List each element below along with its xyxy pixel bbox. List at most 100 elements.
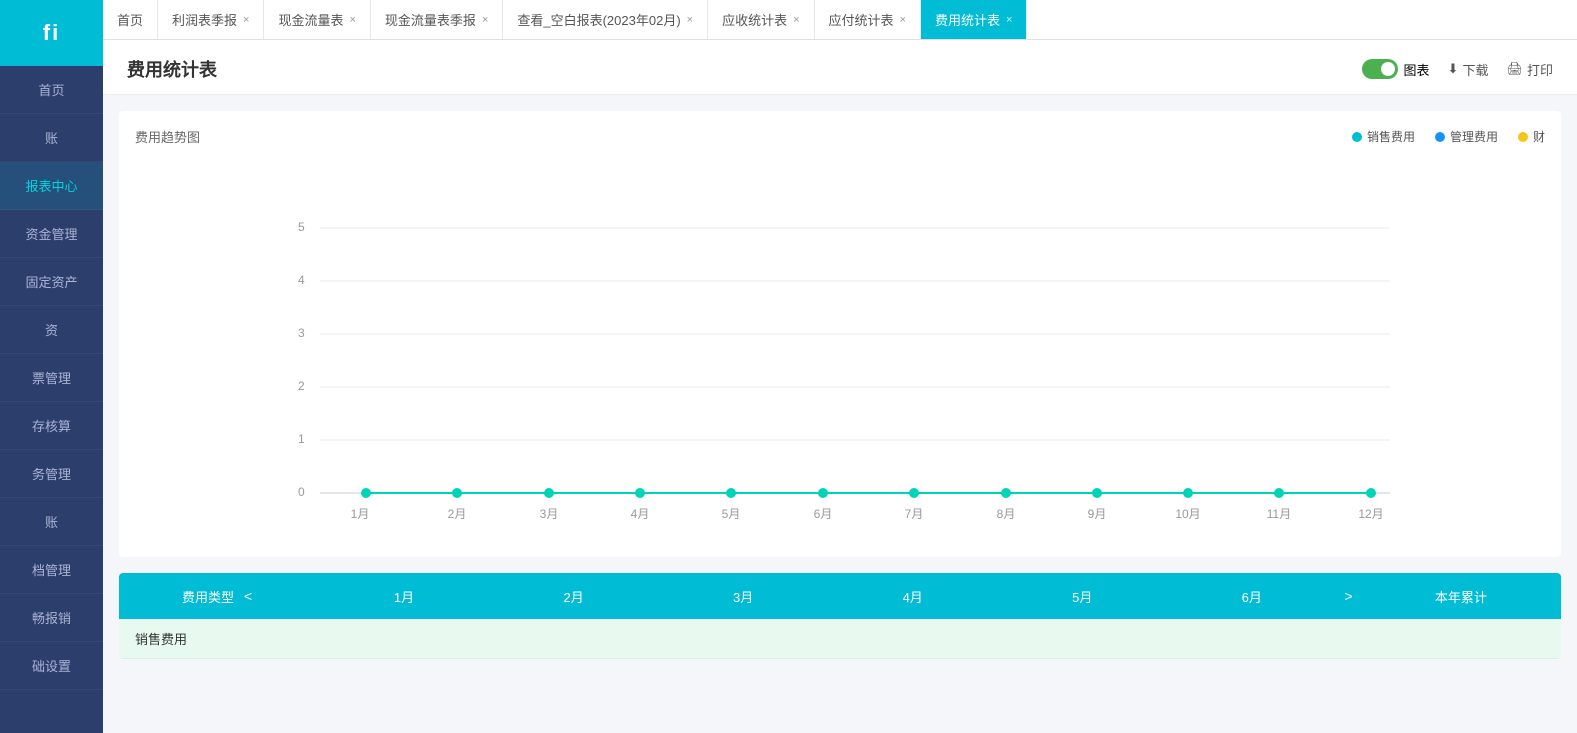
sidebar-item-funds[interactable]: 资金管理 xyxy=(0,210,103,258)
download-button[interactable]: ⬇ 下载 xyxy=(1448,60,1489,79)
tab-label: 应付统计表 xyxy=(829,10,894,29)
svg-text:11月: 11月 xyxy=(1267,507,1291,521)
svg-text:9月: 9月 xyxy=(1088,507,1107,521)
legend-label-sales: 销售费用 xyxy=(1367,128,1415,145)
sidebar-item-inventory[interactable]: 存核算 xyxy=(0,402,103,450)
tab-receivable[interactable]: 应收统计表 × xyxy=(708,0,814,40)
content-area: 费用统计表 图表 ⬇ 下载 🖨 打印 费用趋势图 xyxy=(103,40,1577,733)
svg-text:2: 2 xyxy=(298,379,305,393)
td-type: 销售费用 xyxy=(119,629,330,648)
table-section: 费用类型 < 1月 2月 3月 4月 5月 6月 > 本年累计 销售费用 xyxy=(119,573,1561,659)
print-button[interactable]: 🖨 打印 xyxy=(1506,60,1553,79)
svg-text:12月: 12月 xyxy=(1358,507,1383,521)
th-type: 费用类型 < xyxy=(119,587,319,606)
sidebar-item-archive[interactable]: 档管理 xyxy=(0,546,103,594)
chart-dot xyxy=(1274,488,1284,498)
table-header: 费用类型 < 1月 2月 3月 4月 5月 6月 > 本年累计 xyxy=(119,573,1561,619)
sidebar-item-service[interactable]: 务管理 xyxy=(0,450,103,498)
svg-text:3: 3 xyxy=(298,326,305,340)
tab-bar: 首页 利润表季报 × 现金流量表 × 现金流量表季报 × 查看_空白报表(202… xyxy=(103,0,1577,40)
tab-payable[interactable]: 应付统计表 × xyxy=(815,0,921,40)
print-label: 打印 xyxy=(1527,60,1553,79)
th-type-label: 费用类型 xyxy=(182,587,234,606)
tab-close-icon[interactable]: × xyxy=(1006,14,1012,26)
table-row: 销售费用 xyxy=(119,619,1561,659)
tab-label: 费用统计表 xyxy=(935,10,1000,29)
tab-cashflow[interactable]: 现金流量表 × xyxy=(264,0,370,40)
sidebar-logo: fi xyxy=(0,0,103,66)
tab-close-icon[interactable]: × xyxy=(243,14,249,26)
legend-sales: 销售费用 xyxy=(1352,128,1415,145)
print-icon: 🖨 xyxy=(1506,61,1523,77)
th-total: 本年累计 xyxy=(1361,587,1561,606)
th-m5: 5月 xyxy=(997,587,1167,606)
sidebar-item-reports[interactable]: 报表中心 xyxy=(0,162,103,210)
tab-label: 应收统计表 xyxy=(722,10,787,29)
sidebar: fi 首页 账 报表中心 资金管理 固定资产 资 票管理 存核算 务管理 账 档… xyxy=(0,0,103,733)
chart-section: 费用趋势图 销售费用 管理费用 财 xyxy=(119,111,1561,557)
tab-expense-stats[interactable]: 费用统计表 × xyxy=(921,0,1027,40)
tab-cashflow-quarterly[interactable]: 现金流量表季报 × xyxy=(371,0,503,40)
chart-header: 费用趋势图 销售费用 管理费用 财 xyxy=(135,127,1545,146)
chart-svg: 0 1 2 3 4 5 xyxy=(135,158,1545,538)
chart-toggle-wrap: 图表 xyxy=(1362,59,1430,79)
th-m4: 4月 xyxy=(828,587,998,606)
svg-text:2月: 2月 xyxy=(448,507,467,521)
main-area: 首页 利润表季报 × 现金流量表 × 现金流量表季报 × 查看_空白报表(202… xyxy=(103,0,1577,733)
svg-text:6月: 6月 xyxy=(814,507,833,521)
svg-text:5月: 5月 xyxy=(722,507,741,521)
chart-dot xyxy=(635,488,645,498)
sidebar-item-ledger[interactable]: 账 xyxy=(0,498,103,546)
th-m1: 1月 xyxy=(319,587,489,606)
svg-text:1月: 1月 xyxy=(351,507,370,521)
tab-blank-report[interactable]: 查看_空白报表(2023年02月) × xyxy=(503,0,708,40)
chart-dot xyxy=(1366,488,1376,498)
chart-legend: 销售费用 管理费用 财 xyxy=(1352,128,1545,145)
sidebar-item-account[interactable]: 账 xyxy=(0,114,103,162)
tab-label: 利润表季报 xyxy=(172,10,237,29)
legend-label-finance: 财 xyxy=(1533,128,1545,145)
svg-text:3月: 3月 xyxy=(540,507,559,521)
tab-home-label: 首页 xyxy=(117,10,143,29)
legend-admin: 管理费用 xyxy=(1435,128,1498,145)
tab-close-icon[interactable]: × xyxy=(900,14,906,26)
chart-dot xyxy=(1183,488,1193,498)
chart-dot xyxy=(361,488,371,498)
tab-close-icon[interactable]: × xyxy=(793,14,799,26)
th-m3: 3月 xyxy=(658,587,828,606)
svg-text:1: 1 xyxy=(298,432,305,446)
tab-close-icon[interactable]: × xyxy=(349,14,355,26)
tab-close-icon[interactable]: × xyxy=(482,14,488,26)
sidebar-item-assets[interactable]: 固定资产 xyxy=(0,258,103,306)
tab-profit-quarterly[interactable]: 利润表季报 × xyxy=(158,0,264,40)
sidebar-item-resource[interactable]: 资 xyxy=(0,306,103,354)
sidebar-item-home[interactable]: 首页 xyxy=(0,66,103,114)
tab-label: 现金流量表季报 xyxy=(385,10,476,29)
th-m6: 6月 xyxy=(1167,587,1337,606)
chart-dot xyxy=(909,488,919,498)
tab-home[interactable]: 首页 xyxy=(103,0,158,40)
sidebar-item-settings[interactable]: 础设置 xyxy=(0,642,103,690)
chart-title: 费用趋势图 xyxy=(135,127,200,146)
legend-dot-admin xyxy=(1435,132,1445,142)
legend-dot-sales xyxy=(1352,132,1362,142)
th-m2: 2月 xyxy=(489,587,659,606)
svg-text:4月: 4月 xyxy=(631,507,650,521)
svg-text:4: 4 xyxy=(298,273,305,287)
sidebar-item-expense[interactable]: 畅报销 xyxy=(0,594,103,642)
nav-prev-button[interactable]: < xyxy=(240,588,256,604)
legend-dot-finance xyxy=(1518,132,1528,142)
download-icon: ⬇ xyxy=(1448,61,1459,77)
page-header: 费用统计表 图表 ⬇ 下载 🖨 打印 xyxy=(103,40,1577,95)
chart-dot xyxy=(726,488,736,498)
svg-text:7月: 7月 xyxy=(905,507,924,521)
chart-dot xyxy=(544,488,554,498)
legend-label-admin: 管理费用 xyxy=(1450,128,1498,145)
nav-next-button[interactable]: > xyxy=(1337,588,1361,604)
sidebar-item-invoice[interactable]: 票管理 xyxy=(0,354,103,402)
tab-label: 现金流量表 xyxy=(278,10,343,29)
tab-close-icon[interactable]: × xyxy=(687,14,693,26)
legend-finance: 财 xyxy=(1518,128,1545,145)
header-actions: 图表 ⬇ 下载 🖨 打印 xyxy=(1362,59,1553,79)
chart-toggle[interactable] xyxy=(1362,59,1398,79)
